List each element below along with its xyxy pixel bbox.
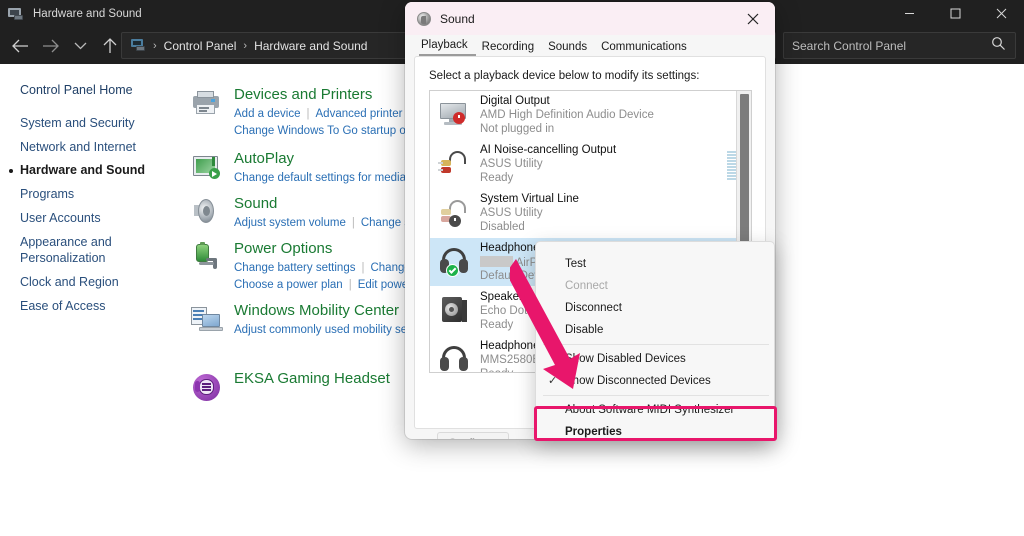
printer-icon — [190, 88, 224, 120]
breadcrumb-item-hardware-and-sound[interactable]: Hardware and Sound — [254, 39, 367, 53]
headphones-default-icon — [438, 245, 472, 279]
minimize-icon[interactable] — [886, 0, 932, 27]
category-title[interactable]: Windows Mobility Center — [234, 302, 399, 319]
category-title[interactable]: EKSA Gaming Headset — [234, 370, 390, 387]
category-links-row1: Change default settings for media — [234, 172, 406, 184]
screenshot-root: Hardware and Sound › Control Panel › Har… — [0, 0, 1024, 536]
device-row[interactable]: System Virtual Line ASUS Utility Disable… — [430, 189, 751, 237]
category-links-row2: Choose a power plan | Edit powe — [234, 279, 409, 291]
sidebar-item-user-accounts[interactable]: User Accounts — [20, 211, 101, 225]
control-panel-icon — [131, 39, 146, 52]
speaker-icon — [190, 197, 224, 229]
sidebar-item-appearance-and-personalization[interactable]: Appearance and — [20, 235, 112, 249]
close-icon[interactable] — [730, 2, 775, 35]
category-list: Devices and Printers Add a device | Advanc… — [190, 64, 440, 536]
category-title[interactable]: Devices and Printers — [234, 86, 372, 103]
breadcrumb-separator: › — [153, 39, 157, 52]
device-driver: AMD High Definition Audio Device — [480, 109, 654, 121]
sidebar-active-bullet — [9, 169, 13, 173]
link-adjust-mobility-settings[interactable]: Adjust commonly used mobility se — [234, 324, 407, 336]
window-controls — [886, 0, 1024, 27]
mobility-center-icon — [190, 304, 224, 336]
search-placeholder: Search Control Panel — [792, 38, 907, 53]
link-change-sounds[interactable]: Change s — [361, 217, 410, 229]
link-choose-a-power-plan[interactable]: Choose a power plan — [234, 279, 343, 291]
sidebar-item-ease-of-access[interactable]: Ease of Access — [20, 299, 105, 313]
breadcrumb-separator: › — [243, 39, 248, 52]
battery-icon — [190, 242, 224, 274]
menu-separator — [543, 395, 769, 396]
tab-playback[interactable]: Playback — [419, 39, 476, 56]
sidebar-item-appearance-and-personalization-line2[interactable]: Personalization — [20, 251, 105, 265]
link-add-a-device[interactable]: Add a device — [234, 108, 301, 120]
search-input[interactable]: Search Control Panel — [783, 32, 1016, 59]
sidebar-item-control-panel-home[interactable]: Control Panel Home — [20, 83, 133, 97]
pink-annotation-arrow — [510, 259, 580, 389]
configure-button[interactable]: Configure — [437, 432, 509, 439]
device-row[interactable]: AI Noise-cancelling Output ASUS Utility … — [430, 140, 751, 188]
sidebar-item-programs[interactable]: Programs — [20, 187, 74, 201]
link-adjust-system-volume[interactable]: Adjust system volume — [234, 217, 346, 229]
category-links-row1: Add a device | Advanced printer — [234, 108, 403, 120]
category-title[interactable]: Sound — [234, 195, 277, 212]
maximize-icon[interactable] — [932, 0, 978, 27]
category-title[interactable]: Power Options — [234, 240, 332, 257]
link-change-default-settings-media[interactable]: Change default settings for media — [234, 172, 406, 184]
autoplay-icon — [190, 152, 224, 184]
breadcrumb-item-control-panel[interactable]: Control Panel — [164, 39, 237, 53]
tab-communications[interactable]: Communications — [599, 41, 695, 56]
device-name: AI Noise-cancelling Output — [480, 144, 617, 156]
sidebar: Control Panel Home System and Security N… — [0, 64, 185, 536]
properties-highlight-box — [534, 406, 777, 441]
device-driver: ASUS Utility — [480, 207, 543, 219]
display-icon — [8, 7, 24, 21]
device-state: Ready — [480, 368, 513, 372]
link-change-windows-to-go[interactable]: Change Windows To Go startup op — [234, 125, 412, 137]
link-change-battery-settings[interactable]: Change battery settings — [234, 262, 355, 274]
sound-dialog-tabs: Playback Recording Sounds Communications — [405, 35, 775, 56]
speakers-icon — [438, 294, 472, 328]
device-state: Disabled — [480, 221, 525, 233]
line-output-disabled-icon — [438, 196, 472, 230]
playback-hint: Select a playback device below to modify… — [429, 70, 700, 82]
device-name: System Virtual Line — [480, 193, 579, 205]
category-title[interactable]: AutoPlay — [234, 150, 294, 167]
device-row[interactable]: Digital Output AMD High Definition Audio… — [430, 91, 751, 139]
sound-icon — [417, 11, 431, 26]
sidebar-item-network-and-internet[interactable]: Network and Internet — [20, 140, 136, 154]
forward-arrow-icon[interactable] — [35, 31, 65, 61]
search-icon[interactable] — [991, 36, 1006, 56]
close-icon[interactable] — [978, 0, 1024, 27]
redaction-block — [480, 256, 513, 267]
sound-dialog-titlebar: Sound — [405, 2, 775, 35]
sound-dialog-title: Sound — [440, 11, 475, 26]
digital-output-icon — [438, 98, 472, 132]
back-arrow-icon[interactable] — [5, 31, 35, 61]
sidebar-item-hardware-and-sound[interactable]: Hardware and Sound — [20, 163, 145, 177]
category-links-row1: Adjust commonly used mobility se — [234, 324, 407, 336]
headset-icon — [190, 372, 224, 404]
device-state: Ready — [480, 172, 514, 184]
category-links-row1: Adjust system volume | Change s — [234, 217, 411, 229]
tab-recording[interactable]: Recording — [480, 41, 542, 56]
sidebar-item-system-and-security[interactable]: System and Security — [20, 116, 135, 130]
window-title: Hardware and Sound — [33, 7, 142, 20]
headphones-icon — [438, 343, 472, 372]
device-name: Digital Output — [480, 95, 550, 107]
tab-sounds[interactable]: Sounds — [546, 41, 595, 56]
line-output-icon — [438, 147, 472, 181]
link-advanced-printer[interactable]: Advanced printer — [316, 108, 403, 120]
device-driver: ASUS Utility — [480, 158, 543, 170]
device-state: Not plugged in — [480, 123, 555, 135]
sidebar-item-clock-and-region[interactable]: Clock and Region — [20, 275, 119, 289]
link-edit-power-plan[interactable]: Edit powe — [358, 279, 409, 291]
device-state: Ready — [480, 319, 514, 331]
category-links-row2: Change Windows To Go startup op — [234, 125, 412, 137]
chevron-down-icon[interactable] — [65, 31, 95, 61]
category-links-row1: Change battery settings | Change — [234, 262, 411, 274]
